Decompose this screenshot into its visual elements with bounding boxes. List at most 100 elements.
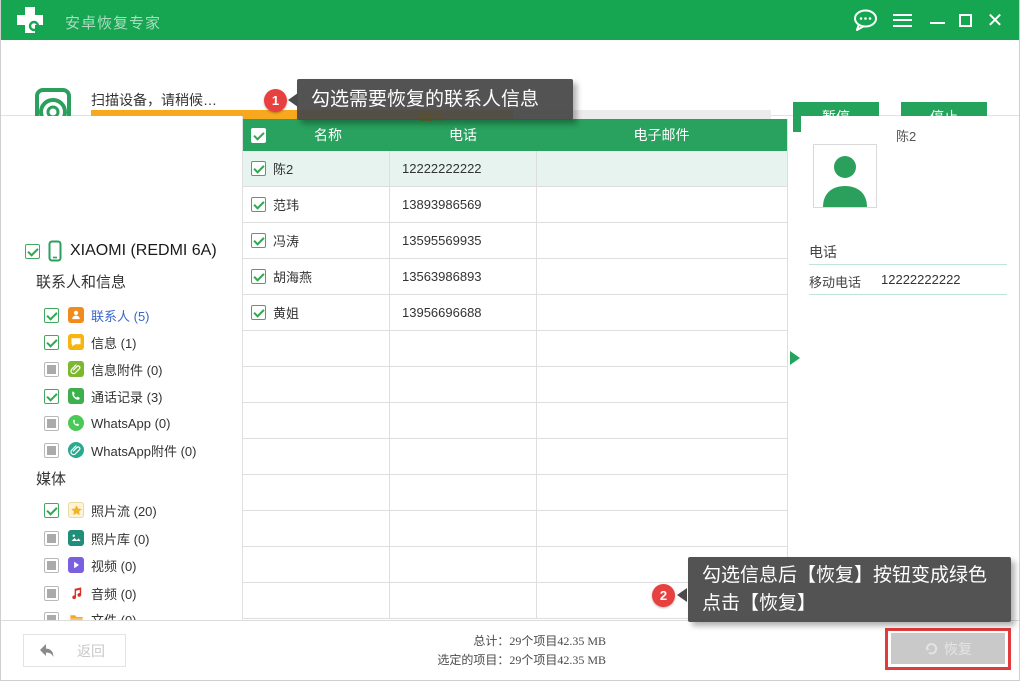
sidebar-item-whatsapp[interactable]: WhatsApp (0) <box>44 414 170 432</box>
table-row[interactable]: 冯涛 13595569935 <box>243 223 787 259</box>
row-checkbox[interactable] <box>251 305 266 320</box>
section-media: 媒体 <box>36 471 67 488</box>
whatsapp-icon <box>68 415 84 431</box>
footer-bar: 返回 总计：29个项目42.35 MB 选定的项目：29个项目42.35 MB … <box>1 620 1019 679</box>
checkbox[interactable] <box>44 388 59 404</box>
checkbox[interactable] <box>44 442 59 458</box>
sidebar-item-messages[interactable]: 信息 (1) <box>44 333 137 351</box>
detail-section-title: 电话 <box>809 244 837 260</box>
sidebar-item-label: WhatsApp附件 (0) <box>91 443 197 459</box>
selection-summary: 总计：29个项目42.35 MB 选定的项目：29个项目42.35 MB <box>281 632 606 670</box>
empty-table-row <box>243 403 787 439</box>
contact-email <box>537 223 787 258</box>
contact-phone: 13563986893 <box>390 259 537 294</box>
sidebar-item-photo-stream[interactable]: 照片流 (20) <box>44 501 157 519</box>
select-all-checkbox[interactable] <box>251 127 266 143</box>
empty-table-row <box>243 475 787 511</box>
section-contacts-info: 联系人和信息 <box>36 274 127 291</box>
contact-email <box>537 187 787 222</box>
sidebar-item-message-attachments[interactable]: 信息附件 (0) <box>44 360 163 378</box>
checkbox[interactable] <box>44 361 59 377</box>
table-row[interactable]: 黄姐 13956696688 <box>243 295 787 331</box>
app-title: 安卓恢复专家 <box>65 15 162 32</box>
checkbox[interactable] <box>44 557 59 573</box>
sidebar-item-contacts[interactable]: 联系人 (5) <box>44 306 150 324</box>
column-header-phone[interactable]: 电话 <box>390 125 536 145</box>
sidebar-item-whatsapp-attachments[interactable]: WhatsApp附件 (0) <box>44 441 196 459</box>
checkbox[interactable] <box>44 502 59 518</box>
scan-status-text: 扫描设备，请稍候… <box>91 92 217 108</box>
feedback-chat-button[interactable] <box>847 0 883 40</box>
sidebar-item-label: 视频 (0) <box>91 558 137 574</box>
sidebar-item-photo-library[interactable]: 照片库 (0) <box>44 529 150 547</box>
sidebar-item-audio[interactable]: 音频 (0) <box>44 584 137 602</box>
contact-email <box>537 259 787 294</box>
back-arrow-icon <box>40 643 54 657</box>
category-sidebar: XIAOMI (REDMI 6A) 联系人和信息 联系人 (5) 信息 (1) … <box>1 116 242 628</box>
close-button[interactable]: ✕ <box>979 0 1011 40</box>
menu-button[interactable] <box>885 0 919 40</box>
table-row[interactable]: 陈2 12222222222 <box>243 151 787 187</box>
contact-name: 冯涛 <box>273 234 300 249</box>
minimize-button[interactable] <box>923 0 951 40</box>
call-history-icon <box>68 388 84 404</box>
detail-field-label: 移动电话 <box>809 275 862 290</box>
checkbox[interactable] <box>44 530 59 546</box>
contact-name: 陈2 <box>273 162 294 177</box>
checkbox[interactable] <box>44 307 59 323</box>
annotation-highlight-box <box>885 628 1011 670</box>
avatar <box>813 144 877 208</box>
device-checkbox[interactable] <box>25 243 40 259</box>
person-silhouette-icon <box>823 156 867 207</box>
column-header-name[interactable]: 名称 <box>266 125 390 145</box>
step-2-line-2: 点击【恢复】 <box>702 593 817 614</box>
messages-icon <box>68 334 84 350</box>
audio-icon <box>68 585 84 601</box>
sidebar-item-label: 通话记录 (3) <box>91 389 163 405</box>
row-checkbox[interactable] <box>251 197 266 212</box>
step-2-line-1: 勾选信息后【恢复】按钮变成绿色 <box>702 565 988 586</box>
sidebar-item-videos[interactable]: 视频 (0) <box>44 556 137 574</box>
total-items-text: 总计：29个项目42.35 MB <box>473 634 606 648</box>
checkbox[interactable] <box>44 334 59 350</box>
empty-table-row <box>243 331 787 367</box>
minimize-icon <box>929 22 945 24</box>
sidebar-item-label: WhatsApp (0) <box>91 415 171 431</box>
selected-items-text: 选定的项目：29个项目42.35 MB <box>437 653 606 667</box>
contact-name: 范玮 <box>273 198 300 213</box>
chat-bubble-icon <box>853 9 877 31</box>
column-header-email[interactable]: 电子邮件 <box>536 125 787 145</box>
video-icon <box>68 557 84 573</box>
whatsapp-attachment-icon <box>68 442 84 458</box>
row-checkbox[interactable] <box>251 161 266 176</box>
back-button[interactable]: 返回 <box>23 634 126 667</box>
hamburger-icon <box>892 13 912 27</box>
checkbox[interactable] <box>44 415 59 431</box>
sidebar-item-label: 照片库 (0) <box>91 531 150 547</box>
sidebar-item-call-history[interactable]: 通话记录 (3) <box>44 387 163 405</box>
row-checkbox[interactable] <box>251 233 266 248</box>
collapse-panel-arrow-icon[interactable] <box>790 351 800 365</box>
row-checkbox[interactable] <box>251 269 266 284</box>
contact-name: 黄姐 <box>273 306 300 321</box>
contacts-table: 名称 电话 电子邮件 陈2 12222222222 范玮 13893986569… <box>243 119 788 619</box>
contact-phone: 12222222222 <box>390 151 537 186</box>
table-row[interactable]: 范玮 13893986569 <box>243 187 787 223</box>
photo-stream-icon <box>68 502 84 518</box>
app-logo-icon <box>17 7 44 35</box>
device-node[interactable]: XIAOMI (REDMI 6A) <box>25 240 217 262</box>
contact-phone: 13893986569 <box>390 187 537 222</box>
empty-table-row <box>243 367 787 403</box>
contact-phone: 13595569935 <box>390 223 537 258</box>
checkbox[interactable] <box>44 585 59 601</box>
detail-field-value: 12222222222 <box>881 272 961 287</box>
contact-email <box>537 295 787 330</box>
contacts-icon <box>68 307 84 323</box>
app-window: 安卓恢复专家 ✕ 扫描设备，请稍候… 62% 已用时间：00:00:18 暂停 <box>0 0 1020 681</box>
progress-percent: 62% <box>418 110 444 124</box>
table-row[interactable]: 胡海燕 13563986893 <box>243 259 787 295</box>
step-2-badge: 2 <box>652 584 675 607</box>
maximize-button[interactable] <box>951 0 979 40</box>
maximize-icon <box>958 13 972 27</box>
empty-table-row <box>243 439 787 475</box>
